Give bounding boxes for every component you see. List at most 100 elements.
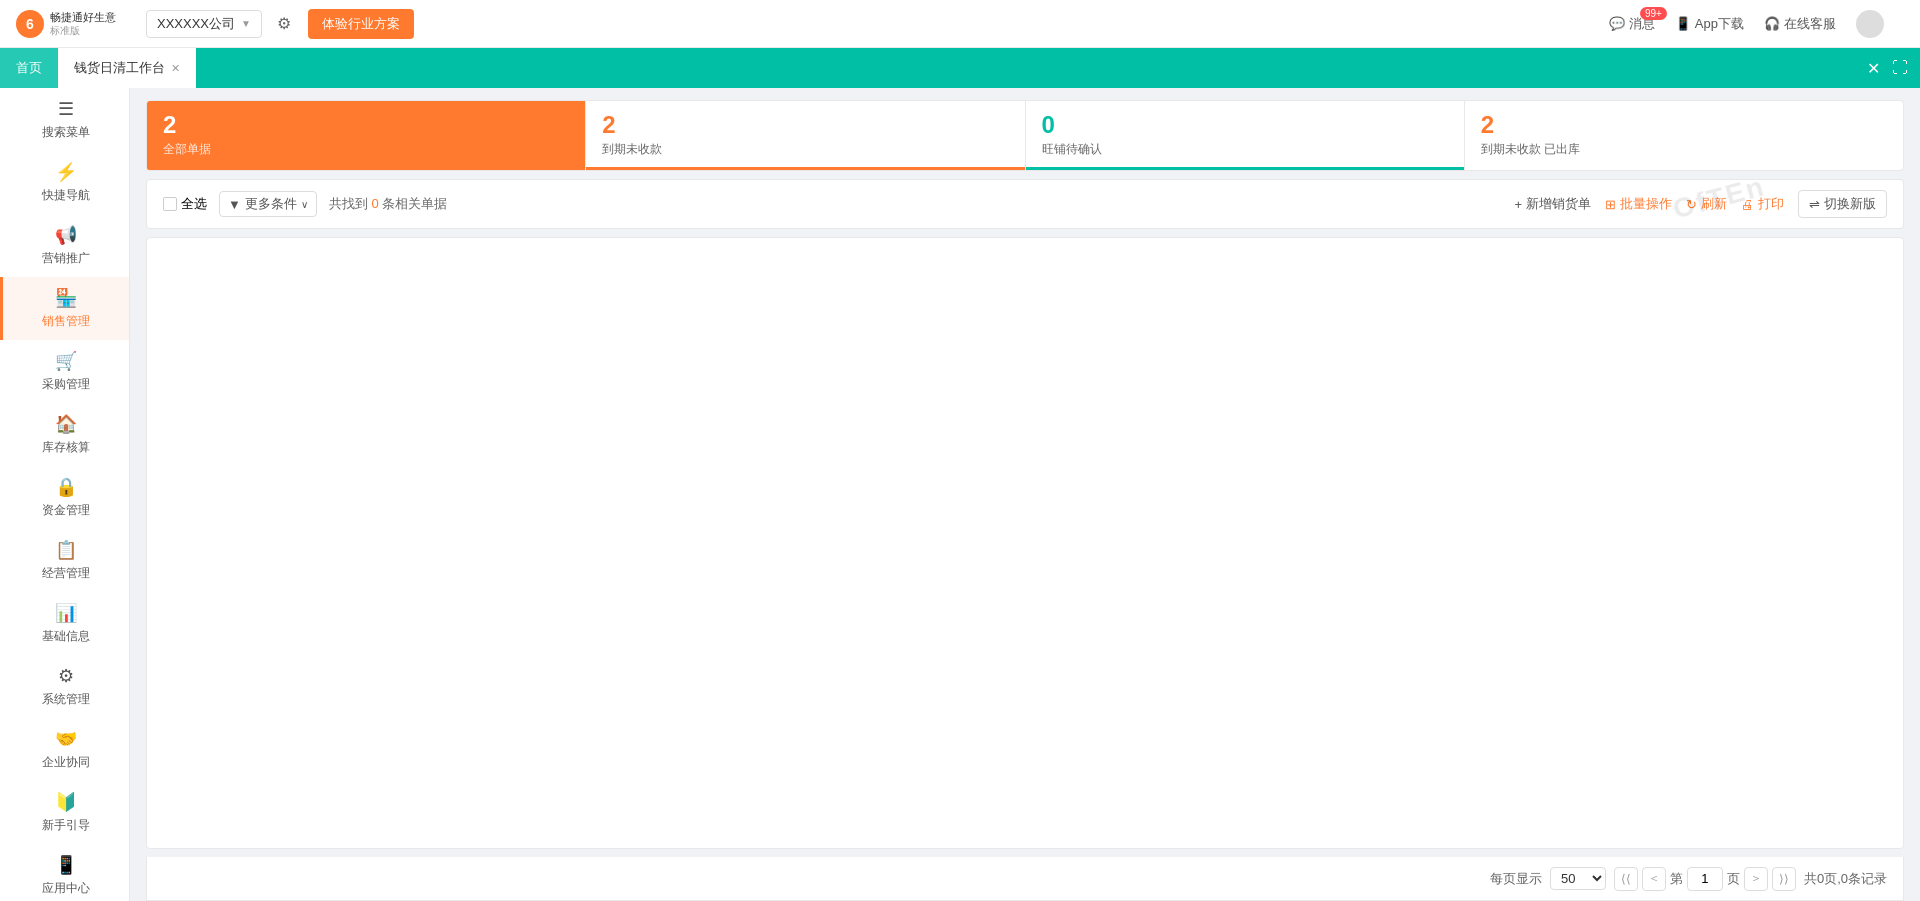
stat-overdue-label: 到期未收款 bbox=[602, 141, 1008, 158]
sidebar-basic-info-label: 基础信息 bbox=[42, 628, 90, 645]
sidebar-item-basic-info[interactable]: 📊 基础信息 bbox=[0, 592, 129, 655]
toolbar-right: + 新增销货单 ⊞ 批量操作 ↻ 刷新 🖨 打印 ⇌ 切换新版 bbox=[1514, 190, 1887, 218]
stat-card-all[interactable]: 2 全部单据 bbox=[147, 101, 586, 170]
found-count: 0 bbox=[372, 196, 379, 211]
stat-all-underline bbox=[147, 167, 585, 170]
sidebar-sales-label: 销售管理 bbox=[42, 313, 90, 330]
sidebar: ☰ 搜索菜单 ⚡ 快捷导航 📢 营销推广 🏪 销售管理 🛒 采购管理 🏠 库存核… bbox=[0, 88, 130, 901]
inventory-icon: 🏠 bbox=[55, 413, 77, 435]
search-menu-icon: ☰ bbox=[55, 98, 77, 120]
batch-btn[interactable]: ⊞ 批量操作 bbox=[1605, 195, 1672, 213]
refresh-btn[interactable]: ↻ 刷新 bbox=[1686, 195, 1727, 213]
batch-label: 批量操作 bbox=[1620, 195, 1672, 213]
online-service-item[interactable]: 🎧 在线客服 bbox=[1764, 15, 1836, 33]
last-page-btn[interactable]: ⟩⟩ bbox=[1772, 867, 1796, 891]
filter-icon: ▼ bbox=[228, 197, 241, 212]
sidebar-item-inventory[interactable]: 🏠 库存核算 bbox=[0, 403, 129, 466]
switch-icon: ⇌ bbox=[1809, 197, 1820, 212]
select-all-checkbox[interactable]: 全选 bbox=[163, 195, 207, 213]
sidebar-item-enterprise[interactable]: 🤝 企业协同 bbox=[0, 718, 129, 781]
sidebar-system-label: 系统管理 bbox=[42, 691, 90, 708]
page-size-label: 每页显示 bbox=[1490, 870, 1542, 888]
stat-pending-number: 0 bbox=[1042, 113, 1448, 137]
page-size-select[interactable]: 50 100 200 bbox=[1550, 867, 1606, 890]
beginner-icon: 🔰 bbox=[55, 791, 77, 813]
table-area bbox=[146, 237, 1904, 849]
stat-overdue-underline bbox=[586, 167, 1024, 170]
sidebar-item-quick-nav[interactable]: ⚡ 快捷导航 bbox=[0, 151, 129, 214]
sidebar-beginner-label: 新手引导 bbox=[42, 817, 90, 834]
tab-home[interactable]: 首页 bbox=[0, 48, 58, 88]
pagination: 每页显示 50 100 200 ⟨⟨ ＜ 第 页 ＞ ⟩⟩ 共0页,0条记录 bbox=[146, 857, 1904, 901]
app-download-item[interactable]: 📱 App下载 bbox=[1675, 15, 1744, 33]
marketing-icon: 📢 bbox=[55, 224, 77, 246]
found-prefix: 共找到 bbox=[329, 196, 368, 211]
print-btn[interactable]: 🖨 打印 bbox=[1741, 195, 1784, 213]
filter-label: 更多条件 bbox=[245, 195, 297, 213]
prev-page-btn[interactable]: ＜ bbox=[1642, 867, 1666, 891]
page-input[interactable] bbox=[1687, 867, 1723, 891]
stat-card-shipped[interactable]: 2 到期未收款 已出库 bbox=[1465, 101, 1903, 170]
message-badge: 99+ bbox=[1640, 7, 1667, 20]
logo-area: 6 畅捷通好生意 标准版 bbox=[16, 10, 146, 38]
refresh-icon: ↻ bbox=[1686, 197, 1697, 212]
page-prefix-label: 第 bbox=[1670, 870, 1683, 888]
avatar[interactable] bbox=[1856, 10, 1884, 38]
stat-pending-underline bbox=[1026, 167, 1464, 170]
tab-home-label: 首页 bbox=[16, 59, 42, 77]
stat-card-overdue[interactable]: 2 到期未收款 bbox=[586, 101, 1025, 170]
stat-card-pending[interactable]: 0 旺铺待确认 bbox=[1026, 101, 1465, 170]
refresh-label: 刷新 bbox=[1701, 195, 1727, 213]
stat-shipped-label: 到期未收款 已出库 bbox=[1481, 141, 1887, 158]
sidebar-finance-label: 资金管理 bbox=[42, 502, 90, 519]
sidebar-item-sales[interactable]: 🏪 销售管理 bbox=[0, 277, 129, 340]
stat-overdue-number: 2 bbox=[602, 113, 1008, 137]
stat-all-label: 全部单据 bbox=[163, 141, 569, 158]
minimize-icon[interactable]: ✕ bbox=[1867, 59, 1880, 78]
total-info: 共0页,0条记录 bbox=[1804, 870, 1887, 888]
maximize-icon[interactable]: ⛶ bbox=[1892, 59, 1908, 77]
enterprise-icon: 🤝 bbox=[55, 728, 77, 750]
top-header: 6 畅捷通好生意 标准版 XXXXXX公司 ▼ ⚙ 体验行业方案 💬 消息 99… bbox=[0, 0, 1920, 48]
nav-tabs: 首页 钱货日清工作台 ✕ ✕ ⛶ bbox=[0, 48, 1920, 88]
filter-btn[interactable]: ▼ 更多条件 ∨ bbox=[219, 191, 317, 217]
switch-new-btn[interactable]: ⇌ 切换新版 bbox=[1798, 190, 1887, 218]
sidebar-item-operation[interactable]: 📋 经营管理 bbox=[0, 529, 129, 592]
sidebar-quick-nav-label: 快捷导航 bbox=[42, 187, 90, 204]
sidebar-item-system[interactable]: ⚙ 系统管理 bbox=[0, 655, 129, 718]
logo-sub: 标准版 bbox=[50, 24, 116, 37]
batch-icon: ⊞ bbox=[1605, 197, 1616, 212]
app-center-icon: 📱 bbox=[55, 854, 77, 876]
sidebar-item-app-center[interactable]: 📱 应用中心 bbox=[0, 844, 129, 901]
next-page-btn[interactable]: ＞ bbox=[1744, 867, 1768, 891]
sidebar-inventory-label: 库存核算 bbox=[42, 439, 90, 456]
switch-label: 切换新版 bbox=[1824, 195, 1876, 213]
purchase-icon: 🛒 bbox=[55, 350, 77, 372]
settings-icon[interactable]: ⚙ bbox=[270, 10, 298, 38]
sidebar-search-menu-label: 搜索菜单 bbox=[42, 124, 90, 141]
header-right: 💬 消息 99+ 📱 App下载 🎧 在线客服 bbox=[1609, 10, 1904, 38]
new-sale-btn[interactable]: + 新增销货单 bbox=[1514, 195, 1591, 213]
plus-icon: + bbox=[1514, 197, 1522, 212]
message-icon: 💬 bbox=[1609, 16, 1625, 31]
logo-text: 畅捷通好生意 标准版 bbox=[50, 10, 116, 37]
company-selector[interactable]: XXXXXX公司 ▼ bbox=[146, 10, 262, 38]
sidebar-item-finance[interactable]: 🔒 资金管理 bbox=[0, 466, 129, 529]
sidebar-item-search-menu[interactable]: ☰ 搜索菜单 bbox=[0, 88, 129, 151]
sidebar-item-beginner[interactable]: 🔰 新手引导 bbox=[0, 781, 129, 844]
stat-shipped-number: 2 bbox=[1481, 113, 1887, 137]
checkbox-box[interactable] bbox=[163, 197, 177, 211]
sidebar-item-marketing[interactable]: 📢 营销推广 bbox=[0, 214, 129, 277]
tab-daily-close-icon[interactable]: ✕ bbox=[171, 62, 180, 75]
first-page-btn[interactable]: ⟨⟨ bbox=[1614, 867, 1638, 891]
message-item[interactable]: 💬 消息 99+ bbox=[1609, 15, 1655, 33]
tab-daily[interactable]: 钱货日清工作台 ✕ bbox=[58, 48, 196, 88]
experience-btn[interactable]: 体验行业方案 bbox=[308, 9, 414, 39]
main-layout: ☰ 搜索菜单 ⚡ 快捷导航 📢 营销推广 🏪 销售管理 🛒 采购管理 🏠 库存核… bbox=[0, 88, 1920, 901]
sidebar-operation-label: 经营管理 bbox=[42, 565, 90, 582]
app-download-label: App下载 bbox=[1695, 15, 1744, 33]
found-suffix: 条相关单据 bbox=[382, 196, 447, 211]
sidebar-purchase-label: 采购管理 bbox=[42, 376, 90, 393]
sidebar-enterprise-label: 企业协同 bbox=[42, 754, 90, 771]
sidebar-item-purchase[interactable]: 🛒 采购管理 bbox=[0, 340, 129, 403]
